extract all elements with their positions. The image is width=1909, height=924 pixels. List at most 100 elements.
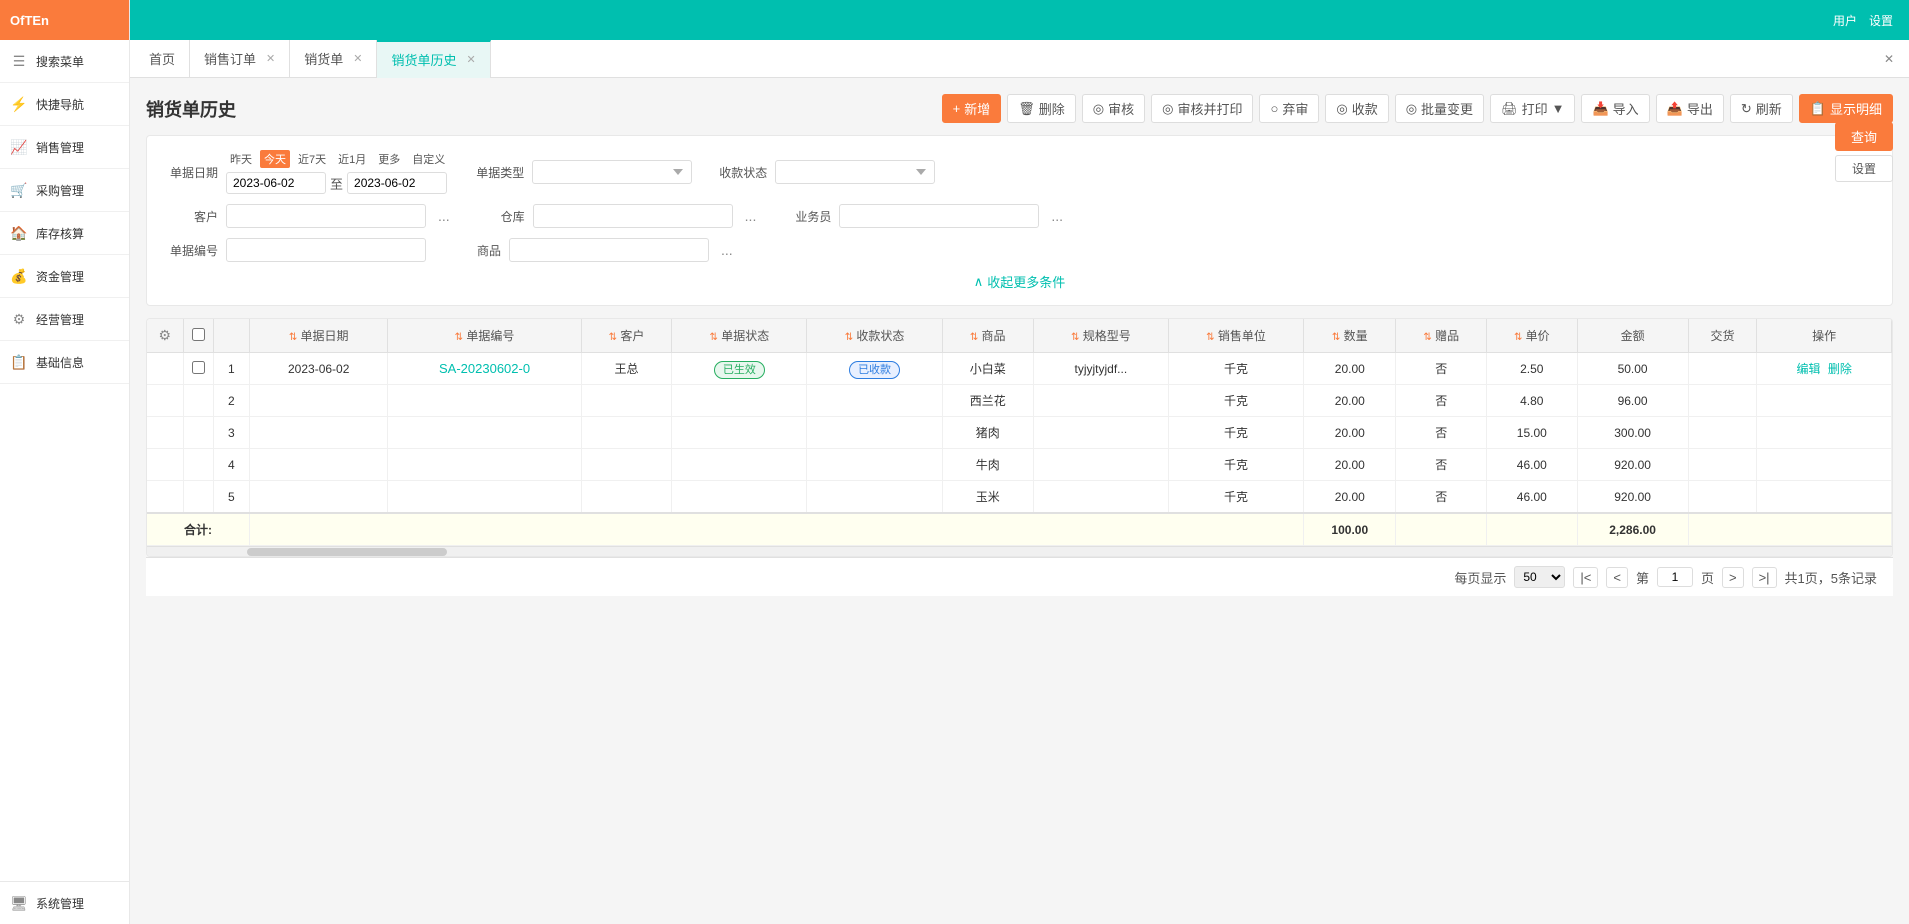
horizontal-scrollbar[interactable] bbox=[147, 546, 1892, 556]
payment-status-column-header[interactable]: ⇅ 收款状态 bbox=[807, 319, 942, 353]
gift-column-header[interactable]: ⇅ 赠品 bbox=[1396, 319, 1487, 353]
sort-icon: ⇅ bbox=[1071, 332, 1079, 343]
date-end-input[interactable] bbox=[347, 172, 447, 194]
settings-column-header[interactable]: ⚙ bbox=[147, 319, 183, 353]
collapse-filter-button[interactable]: ∧ 收起更多条件 bbox=[974, 272, 1066, 291]
gift-cell: 否 bbox=[1396, 481, 1487, 514]
sidebar-item-finance-mgmt[interactable]: 💰 资金管理 bbox=[0, 255, 129, 298]
discard-button[interactable]: ○ 弃审 bbox=[1259, 94, 1319, 123]
salesperson-picker-btn[interactable]: ... bbox=[1051, 208, 1063, 224]
goods-column-header[interactable]: ⇅ 商品 bbox=[942, 319, 1033, 353]
import-button[interactable]: 📥 导入 bbox=[1581, 94, 1649, 123]
spec-column-header[interactable]: ⇅ 规格型号 bbox=[1033, 319, 1168, 353]
date-1month-btn[interactable]: 近1月 bbox=[334, 150, 370, 168]
qty-column-header[interactable]: ⇅ 数量 bbox=[1304, 319, 1396, 353]
table-row: 3 猪肉 千克 20.00 否 15.00 300.00 bbox=[147, 417, 1892, 449]
action-link[interactable]: 删除 bbox=[1828, 362, 1852, 376]
action-link[interactable]: 编辑 bbox=[1796, 362, 1820, 376]
sidebar-item-search-menu[interactable]: ☰ 搜索菜单 bbox=[0, 40, 129, 83]
salesperson-input[interactable] bbox=[839, 204, 1039, 228]
date-today-btn[interactable]: 今天 bbox=[260, 150, 290, 168]
date-more-btn[interactable]: 更多 bbox=[374, 150, 404, 168]
refresh-button[interactable]: ↻ 刷新 bbox=[1730, 94, 1793, 123]
prev-page-button[interactable]: < bbox=[1606, 567, 1628, 588]
batch-change-button[interactable]: ◎ 批量变更 bbox=[1395, 94, 1484, 123]
settings-cell bbox=[147, 449, 183, 481]
customer-column-header[interactable]: ⇅ 客户 bbox=[581, 319, 672, 353]
close-icon[interactable]: ✕ bbox=[353, 52, 362, 65]
checkbox-cell bbox=[183, 385, 213, 417]
date-yesterday-btn[interactable]: 昨天 bbox=[226, 150, 256, 168]
show-detail-button[interactable]: 📋 显示明细 bbox=[1799, 94, 1893, 123]
date-quick-options: 昨天 今天 近7天 近1月 更多 自定义 至 bbox=[226, 150, 449, 194]
date-custom-btn[interactable]: 自定义 bbox=[408, 150, 449, 168]
unit-cell: 千克 bbox=[1168, 449, 1303, 481]
sort-icon: ⇅ bbox=[289, 332, 297, 343]
system-mgmt-icon: 🖥 bbox=[10, 894, 28, 912]
gear-icon[interactable]: ⚙ bbox=[158, 327, 171, 343]
audit-button[interactable]: ◎ 审核 bbox=[1082, 94, 1145, 123]
top-header-settings[interactable]: 设置 bbox=[1869, 12, 1893, 29]
delete-button[interactable]: 🗑 删除 bbox=[1007, 94, 1076, 123]
sidebar-item-purchase-mgmt[interactable]: 🛒 采购管理 bbox=[0, 169, 129, 212]
collect-button[interactable]: ◎ 收款 bbox=[1325, 94, 1388, 123]
goods-input[interactable] bbox=[509, 238, 709, 262]
page-size-select[interactable]: 50 20 100 bbox=[1514, 566, 1565, 588]
tab-sales-order[interactable]: 销售订单 ✕ bbox=[190, 40, 290, 78]
sidebar-item-system-mgmt[interactable]: 🖥 系统管理 bbox=[0, 882, 129, 924]
select-all-checkbox[interactable] bbox=[192, 328, 205, 341]
trade-cell bbox=[1688, 385, 1757, 417]
customer-cell: 王总 bbox=[581, 353, 672, 385]
last-page-button[interactable]: >| bbox=[1752, 567, 1777, 588]
customer-input[interactable] bbox=[226, 204, 426, 228]
app-logo: OfTEn bbox=[0, 0, 129, 40]
audit-print-button[interactable]: ◎ 审核并打印 bbox=[1151, 94, 1253, 123]
goods-cell: 牛肉 bbox=[942, 449, 1033, 481]
doc-status-column-header[interactable]: ⇅ 单据状态 bbox=[672, 319, 807, 353]
tab-sales-history[interactable]: 销货单历史 ✕ bbox=[377, 40, 490, 78]
close-icon[interactable]: ✕ bbox=[266, 52, 275, 65]
doc-no-input[interactable] bbox=[226, 238, 426, 262]
page-number-input[interactable] bbox=[1657, 567, 1693, 587]
doc-no-link[interactable]: SA-20230602-0 bbox=[439, 361, 530, 376]
date-7days-btn[interactable]: 近7天 bbox=[294, 150, 330, 168]
query-button[interactable]: 查询 bbox=[1835, 122, 1893, 151]
customer-picker-btn[interactable]: ... bbox=[438, 208, 450, 224]
scroll-thumb[interactable] bbox=[247, 548, 447, 556]
goods-picker-btn[interactable]: ... bbox=[721, 242, 733, 258]
sidebar-item-basic-info[interactable]: 📋 基础信息 bbox=[0, 341, 129, 384]
tab-sales-goods[interactable]: 销货单 ✕ bbox=[290, 40, 377, 78]
tab-home[interactable]: 首页 bbox=[135, 40, 190, 78]
payment-status-cell: 已收款 bbox=[807, 353, 942, 385]
close-all-tabs-button[interactable]: ✕ bbox=[1874, 52, 1904, 66]
doc-no-cell bbox=[388, 385, 581, 417]
customer-cell bbox=[581, 449, 672, 481]
sidebar-item-sales-mgmt[interactable]: 📈 销售管理 bbox=[0, 126, 129, 169]
print-button[interactable]: 🖨 打印 ▼ bbox=[1490, 94, 1575, 123]
price-column-header[interactable]: ⇅ 单价 bbox=[1487, 319, 1578, 353]
summary-gift-empty bbox=[1396, 513, 1487, 546]
goods-label: 商品 bbox=[446, 242, 501, 259]
doc-date-column-header[interactable]: ⇅ 单据日期 bbox=[250, 319, 388, 353]
next-page-button[interactable]: > bbox=[1722, 567, 1744, 588]
row-checkbox[interactable] bbox=[192, 361, 205, 374]
first-page-button[interactable]: |< bbox=[1573, 567, 1598, 588]
top-header-user[interactable]: 用户 bbox=[1833, 12, 1857, 29]
add-button[interactable]: + 新增 bbox=[942, 94, 1002, 123]
close-icon[interactable]: ✕ bbox=[467, 53, 476, 66]
doc-no-column-header[interactable]: ⇅ 单据编号 bbox=[388, 319, 581, 353]
settings-cell bbox=[147, 481, 183, 514]
export-button[interactable]: 📤 导出 bbox=[1656, 94, 1724, 123]
toolbar: + 新增 🗑 删除 ◎ 审核 ◎ 审核并打印 ○ 弃审 bbox=[942, 94, 1893, 123]
sidebar-item-quick-nav[interactable]: ⚡ 快捷导航 bbox=[0, 83, 129, 126]
unit-column-header[interactable]: ⇅ 销售单位 bbox=[1168, 319, 1303, 353]
warehouse-picker-btn[interactable]: ... bbox=[745, 208, 757, 224]
operation-mgmt-icon: ⚙ bbox=[10, 310, 28, 328]
doc-type-select[interactable] bbox=[532, 160, 692, 184]
settings-button[interactable]: 设置 bbox=[1835, 155, 1893, 182]
sidebar-item-operation-mgmt[interactable]: ⚙ 经营管理 bbox=[0, 298, 129, 341]
date-start-input[interactable] bbox=[226, 172, 326, 194]
sidebar-item-inventory-calc[interactable]: 🏠 库存核算 bbox=[0, 212, 129, 255]
warehouse-input[interactable] bbox=[533, 204, 733, 228]
payment-status-select[interactable] bbox=[775, 160, 935, 184]
